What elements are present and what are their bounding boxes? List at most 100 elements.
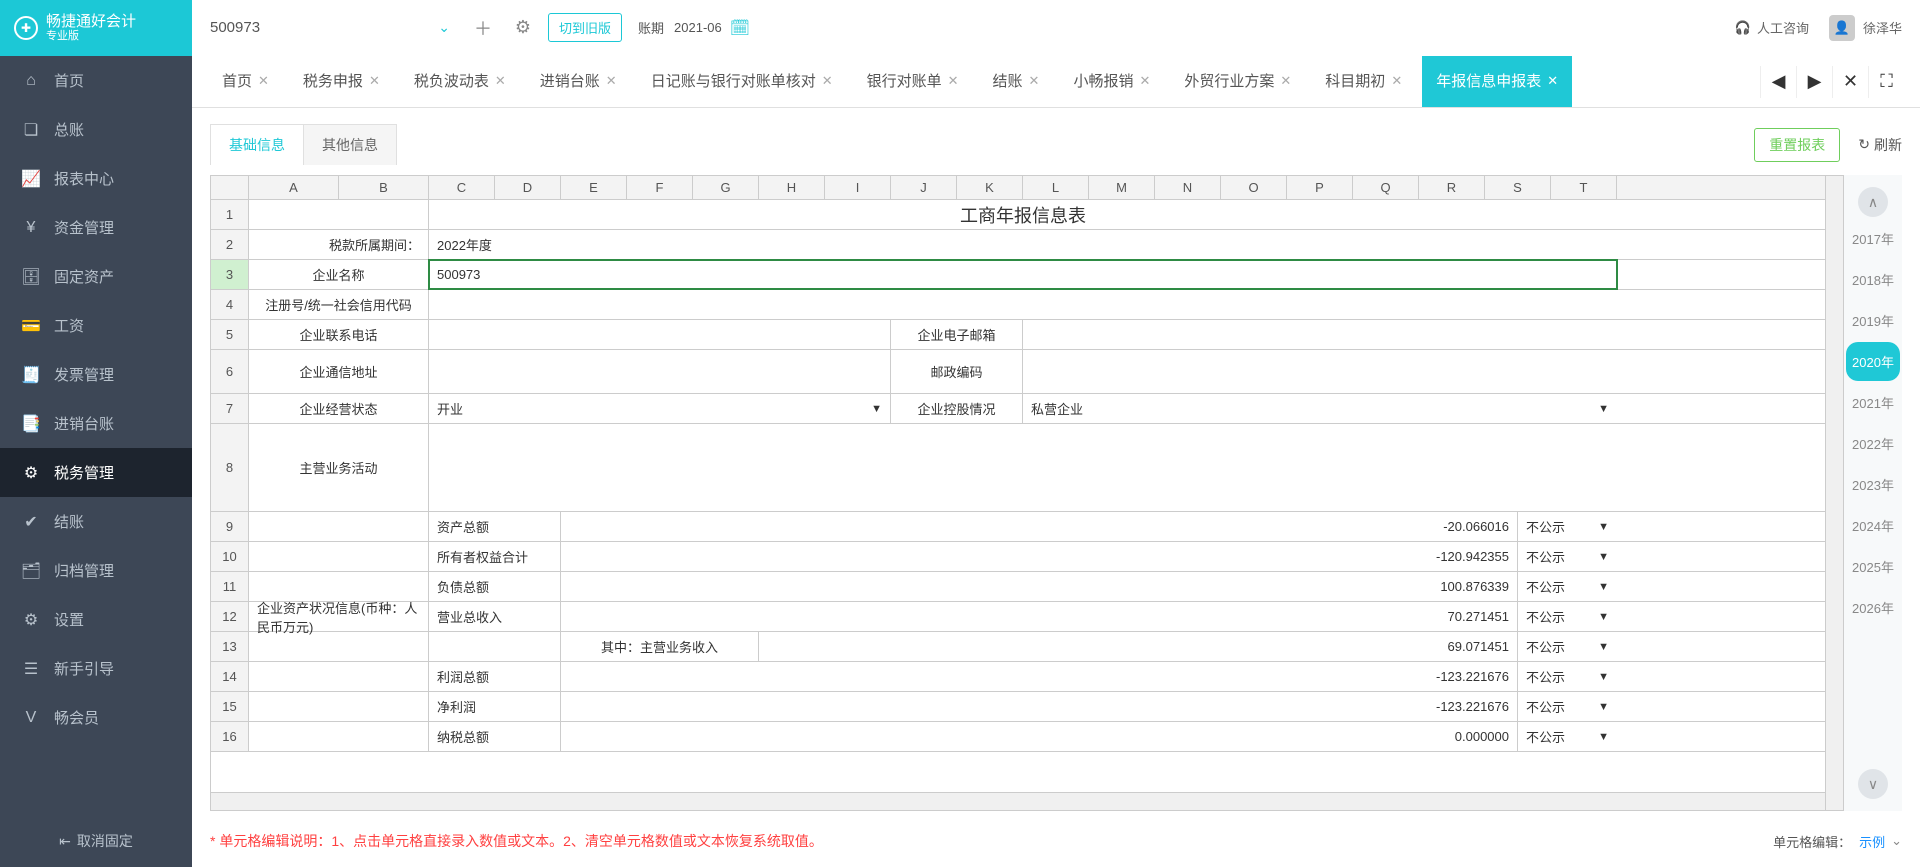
avatar[interactable]: 👤 bbox=[1829, 15, 1855, 41]
row-header[interactable]: 13 bbox=[211, 632, 249, 661]
metric-value[interactable]: 100.876339 bbox=[561, 572, 1518, 601]
horizontal-scrollbar[interactable] bbox=[211, 792, 1825, 810]
sidebar-item-home[interactable]: ⌂首页 bbox=[0, 56, 192, 105]
col-header[interactable]: N bbox=[1155, 176, 1221, 199]
year-option[interactable]: 2019年 bbox=[1846, 301, 1900, 340]
year-option[interactable]: 2025年 bbox=[1846, 547, 1900, 586]
col-header[interactable]: R bbox=[1419, 176, 1485, 199]
row-header[interactable]: 2 bbox=[211, 230, 249, 259]
col-header[interactable]: E bbox=[561, 176, 627, 199]
close-icon[interactable]: ✕ bbox=[606, 73, 617, 89]
col-header[interactable]: I bbox=[825, 176, 891, 199]
calendar-icon[interactable]: 🗓 bbox=[730, 18, 750, 38]
sidebar-item-funds[interactable]: ¥资金管理 bbox=[0, 203, 192, 252]
close-icon[interactable]: ✕ bbox=[258, 73, 269, 89]
metric-value[interactable]: -20.066016 bbox=[561, 512, 1518, 541]
tab[interactable]: 银行对账单✕ bbox=[853, 56, 973, 107]
sidebar-item-ledger[interactable]: ❏总账 bbox=[0, 105, 192, 154]
col-header[interactable]: O bbox=[1221, 176, 1287, 199]
close-icon[interactable]: ✕ bbox=[948, 73, 959, 89]
row-header[interactable]: 7 bbox=[211, 394, 249, 423]
metric-value[interactable]: 69.071451 bbox=[759, 632, 1518, 661]
row-header[interactable]: 12 bbox=[211, 602, 249, 631]
metric-value[interactable]: 70.271451 bbox=[561, 602, 1518, 631]
tab[interactable]: 小畅报销✕ bbox=[1059, 56, 1164, 107]
example-link[interactable]: 示例 bbox=[1859, 832, 1885, 851]
year-option[interactable]: 2022年 bbox=[1846, 424, 1900, 463]
col-header[interactable]: M bbox=[1089, 176, 1155, 199]
phone-input[interactable] bbox=[429, 320, 891, 349]
sidebar-item-purchase-sales[interactable]: 📑进销台账 bbox=[0, 399, 192, 448]
sheet-corner[interactable] bbox=[211, 176, 249, 199]
main-business-input[interactable] bbox=[429, 424, 1617, 511]
sidebar-item-reports[interactable]: 📈报表中心 bbox=[0, 154, 192, 203]
sidebar-item-archive[interactable]: 🗂归档管理 bbox=[0, 546, 192, 595]
usci-input[interactable] bbox=[429, 290, 1617, 319]
tab[interactable]: 年报信息申报表✕ bbox=[1422, 56, 1572, 107]
tabs-prev[interactable]: ◀ bbox=[1760, 66, 1796, 98]
metric-value[interactable]: -120.942355 bbox=[561, 542, 1518, 571]
tab[interactable]: 进销台账✕ bbox=[526, 56, 631, 107]
email-input[interactable] bbox=[1023, 320, 1617, 349]
tab[interactable]: 首页✕ bbox=[208, 56, 283, 107]
year-option[interactable]: 2017年 bbox=[1846, 219, 1900, 258]
year-option[interactable]: 2024年 bbox=[1846, 506, 1900, 545]
col-header[interactable]: F bbox=[627, 176, 693, 199]
col-header[interactable]: T bbox=[1551, 176, 1617, 199]
year-up-icon[interactable]: ∧ bbox=[1858, 187, 1888, 217]
close-icon[interactable]: ✕ bbox=[1029, 73, 1040, 89]
company-select[interactable]: 500973 ⌄ bbox=[210, 19, 450, 36]
row-header[interactable]: 3 bbox=[211, 260, 249, 289]
col-header[interactable]: D bbox=[495, 176, 561, 199]
visibility-select[interactable]: 不公示▼ bbox=[1518, 632, 1617, 661]
sidebar-item-guide[interactable]: ☰新手引导 bbox=[0, 644, 192, 693]
year-option[interactable]: 2020年 bbox=[1846, 342, 1900, 381]
company-name-input[interactable]: 500973 bbox=[429, 260, 1617, 289]
col-header[interactable]: Q bbox=[1353, 176, 1419, 199]
col-header[interactable]: L bbox=[1023, 176, 1089, 199]
tab[interactable]: 税负波动表✕ bbox=[400, 56, 520, 107]
sidebar-item-tax[interactable]: ⚙税务管理 bbox=[0, 448, 192, 497]
row-header[interactable]: 5 bbox=[211, 320, 249, 349]
unpin-button[interactable]: ⇤取消固定 bbox=[0, 815, 192, 867]
metric-value[interactable]: -123.221676 bbox=[561, 662, 1518, 691]
col-header[interactable]: H bbox=[759, 176, 825, 199]
sidebar-item-invoice[interactable]: 🧾发票管理 bbox=[0, 350, 192, 399]
tab[interactable]: 结账✕ bbox=[979, 56, 1054, 107]
add-icon[interactable]: ＋ bbox=[468, 13, 498, 43]
period-value[interactable]: 2022年度 bbox=[429, 230, 1617, 259]
tabs-close[interactable]: ✕ bbox=[1832, 66, 1868, 98]
col-header[interactable]: J bbox=[891, 176, 957, 199]
tab[interactable]: 日记账与银行对账单核对✕ bbox=[637, 56, 847, 107]
metric-value[interactable]: 0.000000 bbox=[561, 722, 1518, 751]
col-header[interactable]: C bbox=[429, 176, 495, 199]
row-header[interactable]: 10 bbox=[211, 542, 249, 571]
subtab-basic[interactable]: 基础信息 bbox=[210, 124, 304, 165]
tabs-fullscreen[interactable]: ⛶ bbox=[1868, 66, 1904, 98]
row-header[interactable]: 4 bbox=[211, 290, 249, 319]
close-icon[interactable]: ✕ bbox=[1280, 73, 1291, 89]
col-header[interactable]: K bbox=[957, 176, 1023, 199]
holding-select[interactable]: 私营企业▼ bbox=[1023, 394, 1617, 423]
visibility-select[interactable]: 不公示▼ bbox=[1518, 722, 1617, 751]
refresh-button[interactable]: 刷新 bbox=[1858, 135, 1902, 155]
tabs-next[interactable]: ▶ bbox=[1796, 66, 1832, 98]
col-header[interactable]: P bbox=[1287, 176, 1353, 199]
subtab-other[interactable]: 其他信息 bbox=[304, 124, 397, 165]
zip-input[interactable] bbox=[1023, 350, 1617, 393]
close-icon[interactable]: ✕ bbox=[1547, 73, 1558, 89]
row-header[interactable]: 14 bbox=[211, 662, 249, 691]
col-header[interactable]: A bbox=[249, 176, 339, 199]
username[interactable]: 徐泽华 bbox=[1863, 18, 1902, 37]
consult-button[interactable]: 🎧 人工咨询 bbox=[1735, 18, 1809, 37]
visibility-select[interactable]: 不公示▼ bbox=[1518, 512, 1617, 541]
col-header[interactable]: B bbox=[339, 176, 429, 199]
year-option[interactable]: 2021年 bbox=[1846, 383, 1900, 422]
sidebar-item-settings[interactable]: ⚙设置 bbox=[0, 595, 192, 644]
close-icon[interactable]: ✕ bbox=[1391, 73, 1402, 89]
sidebar-item-fixed-assets[interactable]: 🗄固定资产 bbox=[0, 252, 192, 301]
col-header[interactable]: S bbox=[1485, 176, 1551, 199]
status-select[interactable]: 开业▼ bbox=[429, 394, 891, 423]
sidebar-item-closing[interactable]: ✔结账 bbox=[0, 497, 192, 546]
year-option[interactable]: 2023年 bbox=[1846, 465, 1900, 504]
